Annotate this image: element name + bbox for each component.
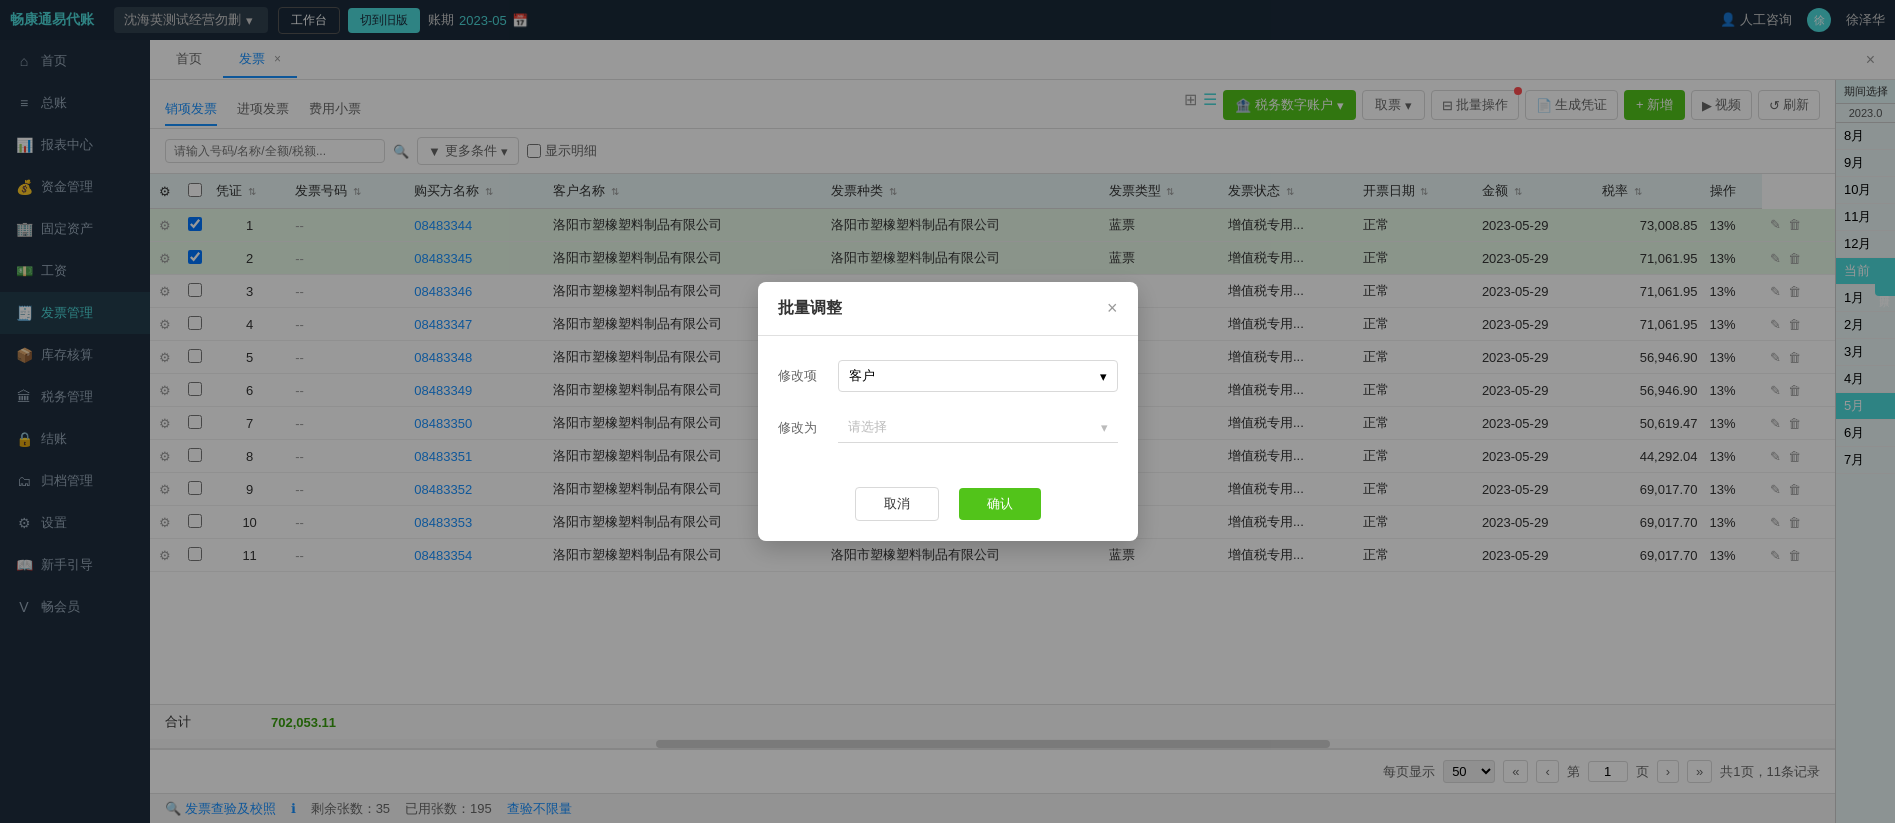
to-dropdown-icon: ▾ (1101, 420, 1108, 435)
modify-to-placeholder: 请选择 (848, 418, 887, 436)
modify-field-row: 修改项 客户 ▾ (778, 360, 1118, 392)
batch-adjust-modal: 批量调整 × 修改项 客户 ▾ 修改为 请选择 ▾ 取消 确认 (758, 282, 1138, 541)
modify-to-label: 修改为 (778, 419, 838, 437)
field-dropdown-icon: ▾ (1100, 369, 1107, 384)
modal-footer: 取消 确认 (758, 487, 1138, 541)
modify-field-value: 客户 (849, 367, 875, 385)
modal-body: 修改项 客户 ▾ 修改为 请选择 ▾ (758, 336, 1138, 487)
modify-to-select[interactable]: 请选择 ▾ (838, 412, 1118, 443)
modal-close-button[interactable]: × (1107, 298, 1118, 319)
modify-field-select[interactable]: 客户 ▾ (838, 360, 1118, 392)
confirm-button[interactable]: 确认 (959, 488, 1041, 520)
modal-header: 批量调整 × (758, 282, 1138, 336)
modify-to-row: 修改为 请选择 ▾ (778, 412, 1118, 443)
modal-overlay: 批量调整 × 修改项 客户 ▾ 修改为 请选择 ▾ 取消 确认 (0, 0, 1895, 823)
modify-field-label: 修改项 (778, 367, 838, 385)
modal-title: 批量调整 (778, 298, 842, 319)
cancel-button[interactable]: 取消 (855, 487, 939, 521)
